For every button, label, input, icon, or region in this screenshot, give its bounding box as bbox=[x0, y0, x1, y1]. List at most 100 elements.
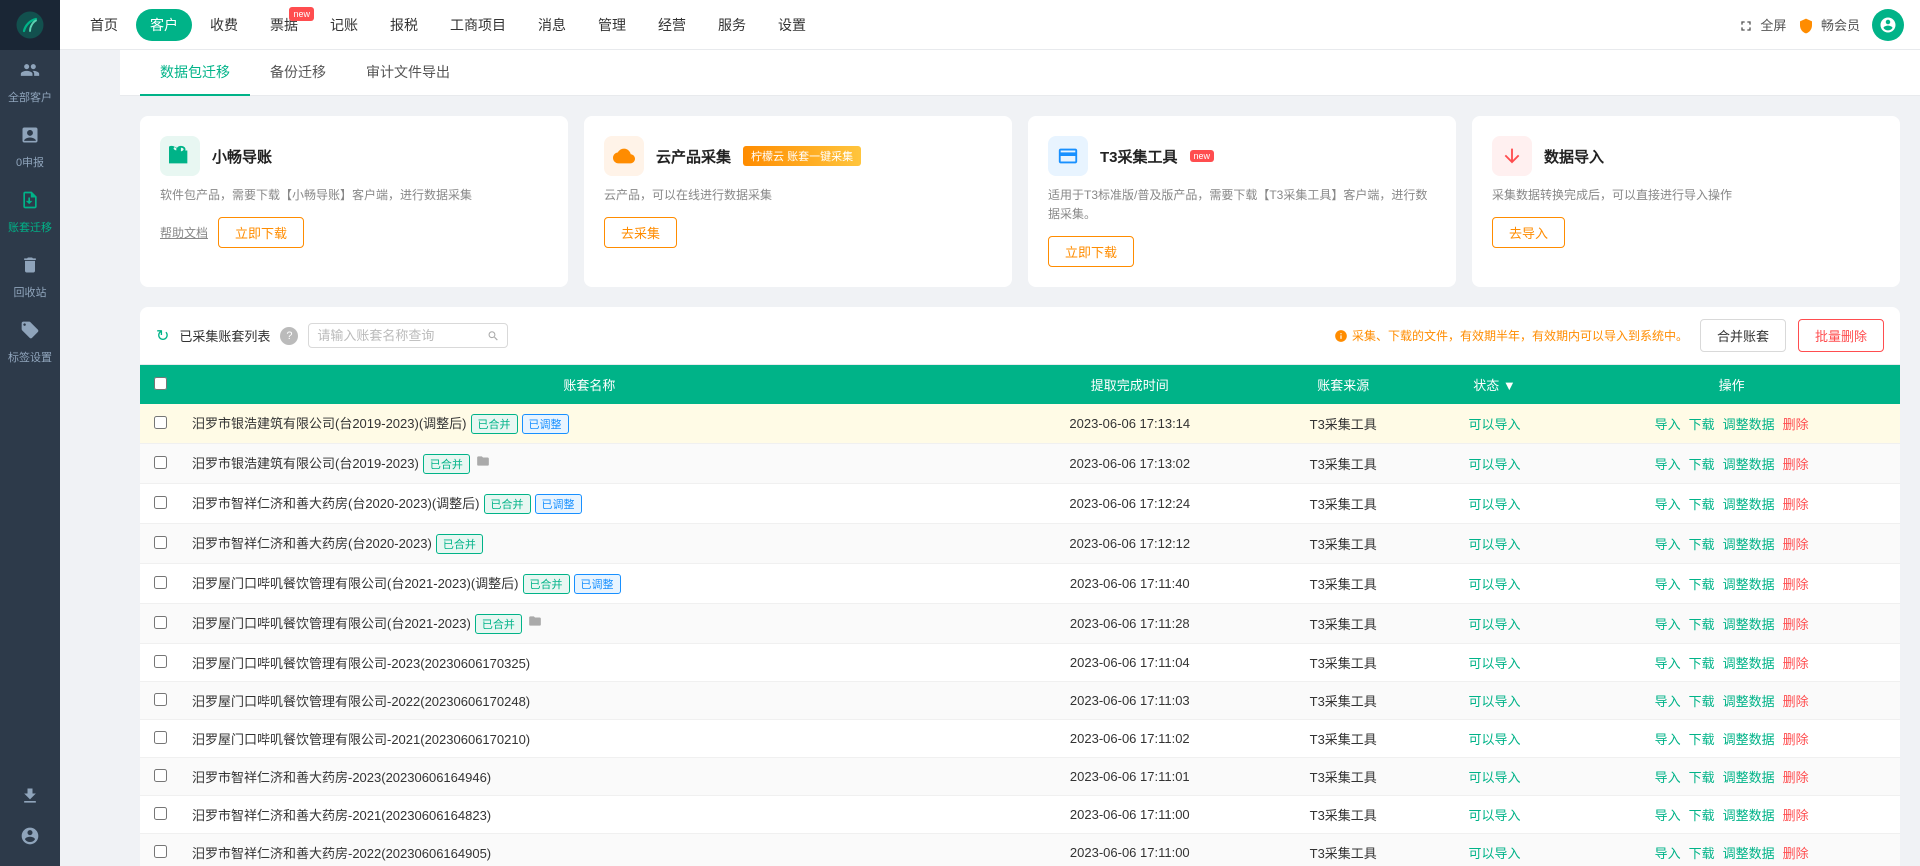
nav-operations[interactable]: 经营 bbox=[644, 9, 700, 41]
action-删除[interactable]: 删除 bbox=[1783, 497, 1809, 512]
search-icon[interactable] bbox=[487, 329, 500, 343]
row-source: T3采集工具 bbox=[1261, 404, 1426, 444]
tab-audit-export[interactable]: 审计文件导出 bbox=[346, 50, 470, 96]
row-checkbox[interactable] bbox=[154, 845, 167, 858]
action-调整数据[interactable]: 调整数据 bbox=[1723, 497, 1775, 512]
action-调整数据[interactable]: 调整数据 bbox=[1723, 417, 1775, 432]
action-删除[interactable]: 删除 bbox=[1783, 577, 1809, 592]
action-下载[interactable]: 下载 bbox=[1689, 577, 1715, 592]
action-删除[interactable]: 删除 bbox=[1783, 656, 1809, 671]
row-checkbox[interactable] bbox=[154, 693, 167, 706]
sidebar-item-all-clients[interactable]: 全部客户 bbox=[0, 50, 60, 115]
download-t3-btn[interactable]: 立即下载 bbox=[1048, 236, 1134, 267]
action-调整数据[interactable]: 调整数据 bbox=[1723, 808, 1775, 823]
action-调整数据[interactable]: 调整数据 bbox=[1723, 846, 1775, 861]
nav-settings[interactable]: 设置 bbox=[764, 9, 820, 41]
action-导入[interactable]: 导入 bbox=[1655, 770, 1681, 785]
row-checkbox[interactable] bbox=[154, 616, 167, 629]
vip-btn[interactable]: 畅会员 bbox=[1798, 15, 1860, 35]
select-all-checkbox[interactable] bbox=[154, 377, 167, 390]
action-下载[interactable]: 下载 bbox=[1689, 732, 1715, 747]
action-下载[interactable]: 下载 bbox=[1689, 656, 1715, 671]
action-下载[interactable]: 下载 bbox=[1689, 457, 1715, 472]
action-下载[interactable]: 下载 bbox=[1689, 770, 1715, 785]
action-调整数据[interactable]: 调整数据 bbox=[1723, 694, 1775, 709]
batch-delete-btn[interactable]: 批量删除 bbox=[1798, 319, 1884, 352]
action-删除[interactable]: 删除 bbox=[1783, 808, 1809, 823]
nav-business[interactable]: 工商项目 bbox=[436, 9, 520, 41]
action-导入[interactable]: 导入 bbox=[1655, 457, 1681, 472]
nav-management[interactable]: 管理 bbox=[584, 9, 640, 41]
action-调整数据[interactable]: 调整数据 bbox=[1723, 770, 1775, 785]
search-input[interactable] bbox=[317, 328, 480, 343]
action-删除[interactable]: 删除 bbox=[1783, 846, 1809, 861]
sidebar-item-user[interactable] bbox=[0, 816, 60, 856]
row-checkbox[interactable] bbox=[154, 731, 167, 744]
action-导入[interactable]: 导入 bbox=[1655, 617, 1681, 632]
download-now-btn[interactable]: 立即下载 bbox=[218, 217, 304, 248]
action-删除[interactable]: 删除 bbox=[1783, 770, 1809, 785]
nav-collection[interactable]: 收费 bbox=[196, 9, 252, 41]
action-下载[interactable]: 下载 bbox=[1689, 846, 1715, 861]
sidebar-item-zero-report[interactable]: 0申报 bbox=[0, 115, 60, 180]
action-导入[interactable]: 导入 bbox=[1655, 656, 1681, 671]
go-collect-btn[interactable]: 去采集 bbox=[604, 217, 677, 248]
action-下载[interactable]: 下载 bbox=[1689, 417, 1715, 432]
action-删除[interactable]: 删除 bbox=[1783, 694, 1809, 709]
action-调整数据[interactable]: 调整数据 bbox=[1723, 577, 1775, 592]
tab-backup-migration[interactable]: 备份迁移 bbox=[250, 50, 346, 96]
nav-tax[interactable]: 报税 bbox=[376, 9, 432, 41]
action-导入[interactable]: 导入 bbox=[1655, 497, 1681, 512]
folder-icon[interactable] bbox=[476, 456, 490, 471]
row-checkbox[interactable] bbox=[154, 456, 167, 469]
action-导入[interactable]: 导入 bbox=[1655, 732, 1681, 747]
action-导入[interactable]: 导入 bbox=[1655, 537, 1681, 552]
folder-icon[interactable] bbox=[528, 616, 542, 631]
action-导入[interactable]: 导入 bbox=[1655, 417, 1681, 432]
nav-services[interactable]: 服务 bbox=[704, 9, 760, 41]
action-调整数据[interactable]: 调整数据 bbox=[1723, 732, 1775, 747]
row-checkbox[interactable] bbox=[154, 769, 167, 782]
app-logo[interactable] bbox=[0, 0, 60, 50]
action-下载[interactable]: 下载 bbox=[1689, 497, 1715, 512]
help-doc-link[interactable]: 帮助文档 bbox=[160, 224, 208, 241]
action-调整数据[interactable]: 调整数据 bbox=[1723, 617, 1775, 632]
row-checkbox[interactable] bbox=[154, 576, 167, 589]
action-删除[interactable]: 删除 bbox=[1783, 537, 1809, 552]
action-下载[interactable]: 下载 bbox=[1689, 617, 1715, 632]
action-下载[interactable]: 下载 bbox=[1689, 808, 1715, 823]
sidebar-item-tag-settings[interactable]: 标签设置 bbox=[0, 310, 60, 375]
sidebar-item-account-migration[interactable]: 账套迁移 bbox=[0, 180, 60, 245]
sidebar-item-download[interactable] bbox=[0, 776, 60, 816]
tab-data-migration[interactable]: 数据包迁移 bbox=[140, 50, 250, 96]
row-checkbox[interactable] bbox=[154, 416, 167, 429]
row-checkbox[interactable] bbox=[154, 807, 167, 820]
action-调整数据[interactable]: 调整数据 bbox=[1723, 656, 1775, 671]
action-导入[interactable]: 导入 bbox=[1655, 694, 1681, 709]
row-checkbox[interactable] bbox=[154, 655, 167, 668]
row-checkbox[interactable] bbox=[154, 496, 167, 509]
action-下载[interactable]: 下载 bbox=[1689, 537, 1715, 552]
refresh-icon[interactable]: ↻ bbox=[156, 326, 169, 346]
sidebar-item-recycle-bin[interactable]: 回收站 bbox=[0, 245, 60, 310]
nav-home[interactable]: 首页 bbox=[76, 9, 132, 41]
nav-messages[interactable]: 消息 bbox=[524, 9, 580, 41]
merge-btn[interactable]: 合并账套 bbox=[1700, 319, 1786, 352]
action-删除[interactable]: 删除 bbox=[1783, 417, 1809, 432]
action-导入[interactable]: 导入 bbox=[1655, 808, 1681, 823]
action-导入[interactable]: 导入 bbox=[1655, 846, 1681, 861]
go-import-btn[interactable]: 去导入 bbox=[1492, 217, 1565, 248]
fullscreen-btn[interactable]: 全屏 bbox=[1738, 15, 1787, 35]
action-删除[interactable]: 删除 bbox=[1783, 617, 1809, 632]
action-下载[interactable]: 下载 bbox=[1689, 694, 1715, 709]
row-checkbox[interactable] bbox=[154, 536, 167, 549]
nav-clients[interactable]: 客户 bbox=[136, 9, 192, 41]
action-删除[interactable]: 删除 bbox=[1783, 732, 1809, 747]
action-调整数据[interactable]: 调整数据 bbox=[1723, 457, 1775, 472]
user-avatar[interactable] bbox=[1872, 9, 1904, 41]
action-导入[interactable]: 导入 bbox=[1655, 577, 1681, 592]
action-删除[interactable]: 删除 bbox=[1783, 457, 1809, 472]
action-调整数据[interactable]: 调整数据 bbox=[1723, 537, 1775, 552]
nav-bookkeeping[interactable]: 记账 bbox=[316, 9, 372, 41]
help-icon[interactable]: ? bbox=[280, 327, 298, 345]
